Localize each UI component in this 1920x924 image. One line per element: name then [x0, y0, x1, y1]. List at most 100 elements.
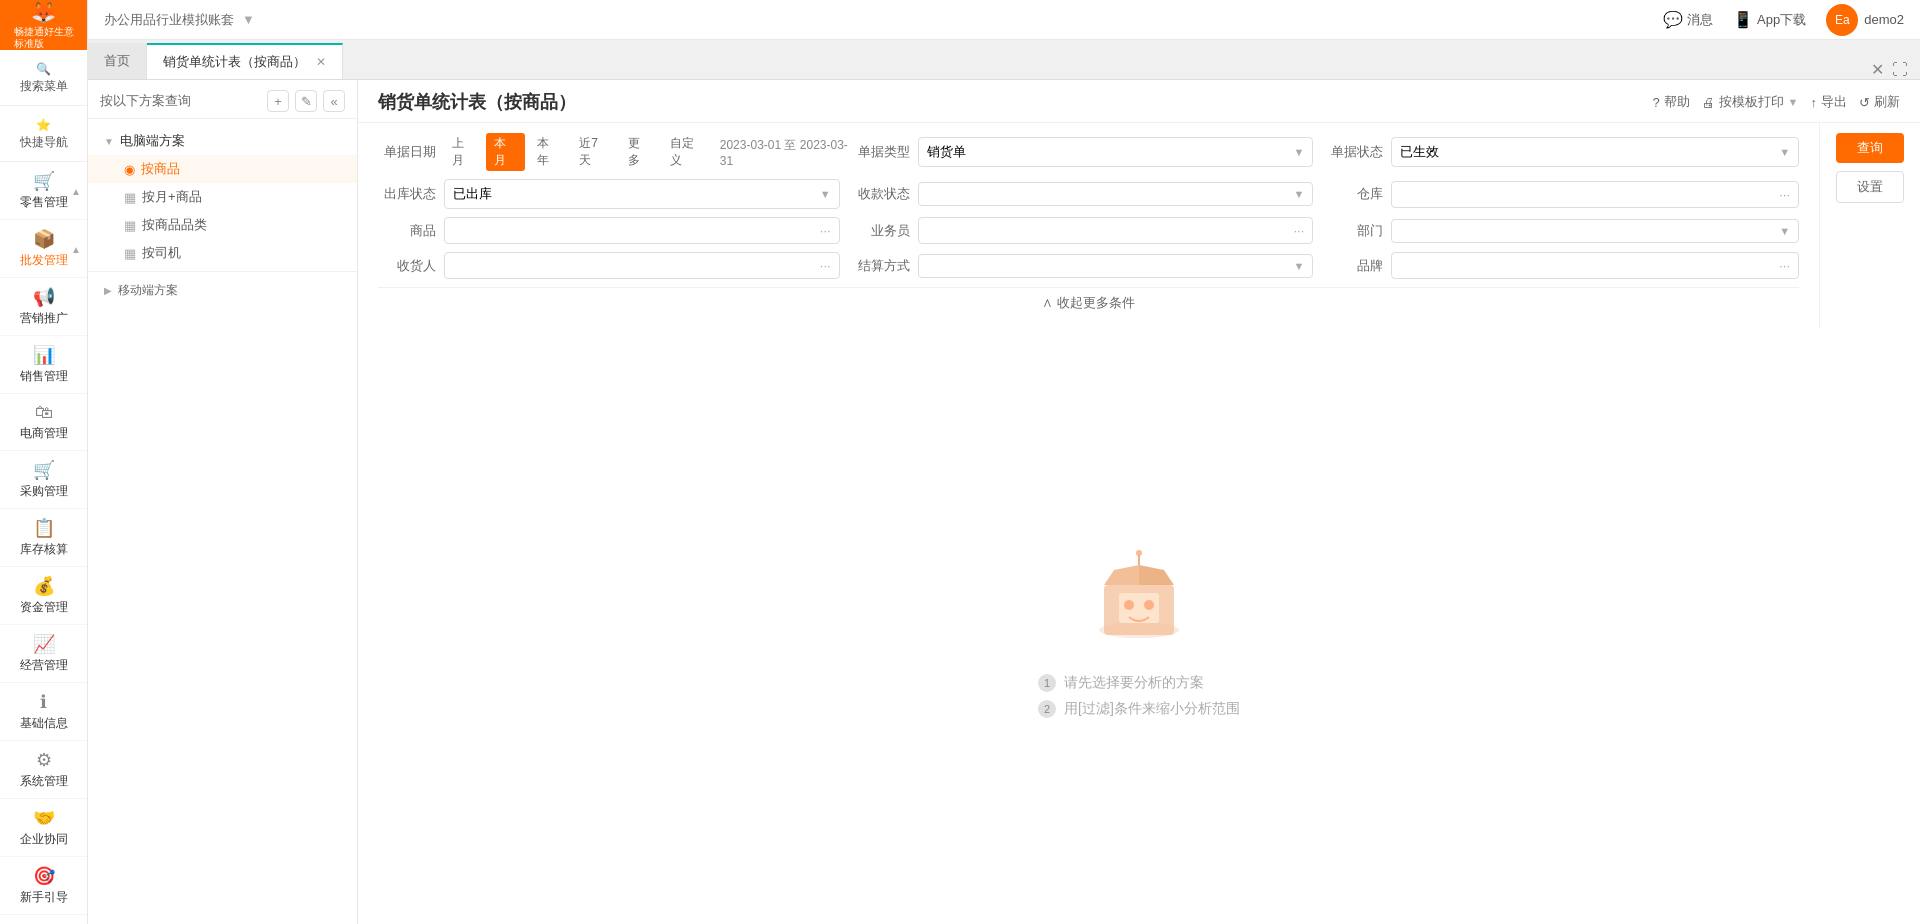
sidebar-item-stock[interactable]: 📋 库存核算: [0, 509, 87, 567]
tab-bar: 首页 销货单统计表（按商品） ✕ ✕ ⛶: [88, 40, 1920, 80]
tab-home-label: 首页: [104, 52, 130, 70]
operation-icon: 📈: [33, 633, 55, 655]
filter-recipient-cell: 收货人 ···: [378, 252, 852, 279]
purchase-label: 采购管理: [20, 483, 68, 500]
sidebar-item-operation[interactable]: 📈 经营管理: [0, 625, 87, 683]
sidebar-item-app-center[interactable]: 📱 应用中心: [0, 915, 87, 924]
collapse-bar[interactable]: ∧ 收起更多条件: [378, 287, 1799, 318]
pc-section-arrow: ▼: [104, 136, 114, 147]
doc-type-select[interactable]: 销货单 ▼: [918, 137, 1314, 167]
salesperson-dots: ···: [1294, 223, 1305, 238]
help-label: 帮助: [1664, 93, 1690, 111]
empty-illustration: [1079, 535, 1199, 658]
settlement-select[interactable]: ▼: [918, 254, 1314, 278]
sidebar-item-newbie[interactable]: 🎯 新手引导: [0, 857, 87, 915]
svg-point-8: [1136, 550, 1142, 556]
print-arrow-icon: ▼: [1788, 96, 1799, 108]
app-download-button[interactable]: 📱 App下载: [1733, 10, 1806, 29]
edit-scheme-button[interactable]: ✎: [295, 90, 317, 112]
tab-home[interactable]: 首页: [88, 43, 147, 79]
tree-item-by-month-product[interactable]: ▦ 按月+商品: [88, 183, 357, 211]
stock-icon: 📋: [33, 517, 55, 539]
sidebar-item-basic[interactable]: ℹ 基础信息: [0, 683, 87, 741]
svg-marker-2: [1104, 565, 1139, 585]
sidebar: 🦊 畅捷通好生意 标准版 🔍 搜索菜单 ⭐ 快捷导航 🛒 零售管理 ▲ 📦 批发…: [0, 0, 88, 924]
add-scheme-button[interactable]: +: [267, 90, 289, 112]
download-icon: 📱: [1733, 10, 1753, 29]
filter-date-cell: 单据日期 上月 本月 本年 近7天 更多 自定义 2023-03-01 至 20…: [378, 133, 852, 171]
product-input[interactable]: ···: [444, 217, 840, 244]
export-button[interactable]: ↑ 导出: [1811, 93, 1848, 111]
salesperson-input[interactable]: ···: [918, 217, 1314, 244]
empty-tips: 1 请先选择要分析的方案 2 用[过滤]条件来缩小分析范围: [1038, 674, 1240, 718]
close-window-icon[interactable]: ✕: [1871, 60, 1884, 79]
filter-wrapper: 单据日期 上月 本月 本年 近7天 更多 自定义 2023-03-01 至 20…: [358, 123, 1920, 328]
sidebar-item-purchase[interactable]: 🛒 采购管理: [0, 451, 87, 509]
retail-label: 零售管理: [20, 194, 68, 211]
out-status-value: 已出库: [453, 185, 820, 203]
help-button[interactable]: ? 帮助: [1652, 93, 1689, 111]
sidebar-item-ecommerce[interactable]: 🛍 电商管理: [0, 394, 87, 451]
sidebar-item-wholesale[interactable]: 📦 批发管理 ▲: [0, 220, 87, 278]
user-menu[interactable]: Ea demo2: [1826, 4, 1904, 36]
doc-status-label: 单据状态: [1325, 143, 1391, 161]
warehouse-input[interactable]: ···: [1391, 181, 1799, 208]
tab-last-7[interactable]: 近7天: [571, 133, 616, 171]
tree-item-by-product[interactable]: ◉ 按商品: [88, 155, 357, 183]
wholesale-icon: 📦: [33, 228, 55, 250]
collapse-panel-button[interactable]: «: [323, 90, 345, 112]
recipient-input[interactable]: ···: [444, 252, 840, 279]
query-button[interactable]: 查询: [1836, 133, 1904, 163]
sidebar-quick-nav-section[interactable]: ⭐ 快捷导航: [0, 106, 87, 162]
tree-mobile-section[interactable]: ▶ 移动端方案: [88, 276, 357, 305]
sidebar-item-marketing[interactable]: 📢 营销推广: [0, 278, 87, 336]
tab-more[interactable]: 更多: [620, 133, 658, 171]
sidebar-item-finance[interactable]: 💰 资金管理: [0, 567, 87, 625]
settlement-label: 结算方式: [852, 257, 918, 275]
filter-doc-type-cell: 单据类型 销货单 ▼: [852, 137, 1326, 167]
filter-product-cell: 商品 ···: [378, 217, 852, 244]
finance-label: 资金管理: [20, 599, 68, 616]
tab-close-icon[interactable]: ✕: [316, 55, 326, 69]
sidebar-item-system[interactable]: ⚙ 系统管理: [0, 741, 87, 799]
dept-select[interactable]: ▼: [1391, 219, 1799, 243]
tree-item-by-printer[interactable]: ▦ 按司机: [88, 239, 357, 267]
dept-label: 部门: [1325, 222, 1391, 240]
expand-window-icon[interactable]: ⛶: [1892, 61, 1908, 79]
filter-controls: 单据日期 上月 本月 本年 近7天 更多 自定义 2023-03-01 至 20…: [358, 123, 1819, 328]
payment-label: 收款状态: [852, 185, 918, 203]
logo-text: 畅捷通好生意 标准版: [14, 26, 74, 50]
by-printer-icon: ▦: [124, 246, 136, 261]
filter-row-2: 出库状态 已出库 ▼ 收款状态 ▼: [378, 179, 1799, 209]
payment-select[interactable]: ▼: [918, 182, 1314, 206]
retail-icon: 🛒: [33, 170, 55, 192]
settings-button[interactable]: 设置: [1836, 171, 1904, 203]
left-panel: 按以下方案查询 + ✎ « ▼ 电脑端方案: [88, 80, 358, 924]
basic-icon: ℹ: [40, 691, 47, 713]
sidebar-item-sales[interactable]: 📊 销售管理: [0, 336, 87, 394]
tab-custom[interactable]: 自定义: [662, 133, 712, 171]
tree-item-by-category[interactable]: ▦ 按商品品类: [88, 211, 357, 239]
message-button[interactable]: 💬 消息: [1663, 10, 1713, 29]
refresh-button[interactable]: ↺ 刷新: [1859, 93, 1900, 111]
purchase-icon: 🛒: [33, 459, 55, 481]
brand-input[interactable]: ···: [1391, 252, 1799, 279]
print-icon: 🖨: [1702, 95, 1715, 110]
page-header: 销货单统计表（按商品） ? 帮助 🖨 按模板打印 ▼ ↑ 导出: [358, 80, 1920, 123]
tab-this-year[interactable]: 本年: [529, 133, 567, 171]
tab-this-month[interactable]: 本月: [486, 133, 524, 171]
sidebar-item-enterprise[interactable]: 🤝 企业协同: [0, 799, 87, 857]
sidebar-search-section[interactable]: 🔍 搜索菜单: [0, 50, 87, 106]
breadcrumb-arrow-icon[interactable]: ▼: [242, 12, 255, 27]
system-icon: ⚙: [36, 749, 52, 771]
out-status-select[interactable]: 已出库 ▼: [444, 179, 840, 209]
sidebar-item-retail[interactable]: 🛒 零售管理 ▲: [0, 162, 87, 220]
tree-pc-section[interactable]: ▼ 电脑端方案: [88, 127, 357, 155]
main-area: 办公用品行业模拟账套 ▼ 💬 消息 📱 App下载 Ea demo2 首页: [88, 0, 1920, 924]
tab-sales-stat[interactable]: 销货单统计表（按商品） ✕: [147, 43, 343, 79]
tab-last-month[interactable]: 上月: [444, 133, 482, 171]
empty-tip-2: 2 用[过滤]条件来缩小分析范围: [1038, 700, 1240, 718]
print-button[interactable]: 🖨 按模板打印 ▼: [1702, 93, 1799, 111]
doc-status-select[interactable]: 已生效 ▼: [1391, 137, 1799, 167]
doc-status-value: 已生效: [1400, 143, 1779, 161]
